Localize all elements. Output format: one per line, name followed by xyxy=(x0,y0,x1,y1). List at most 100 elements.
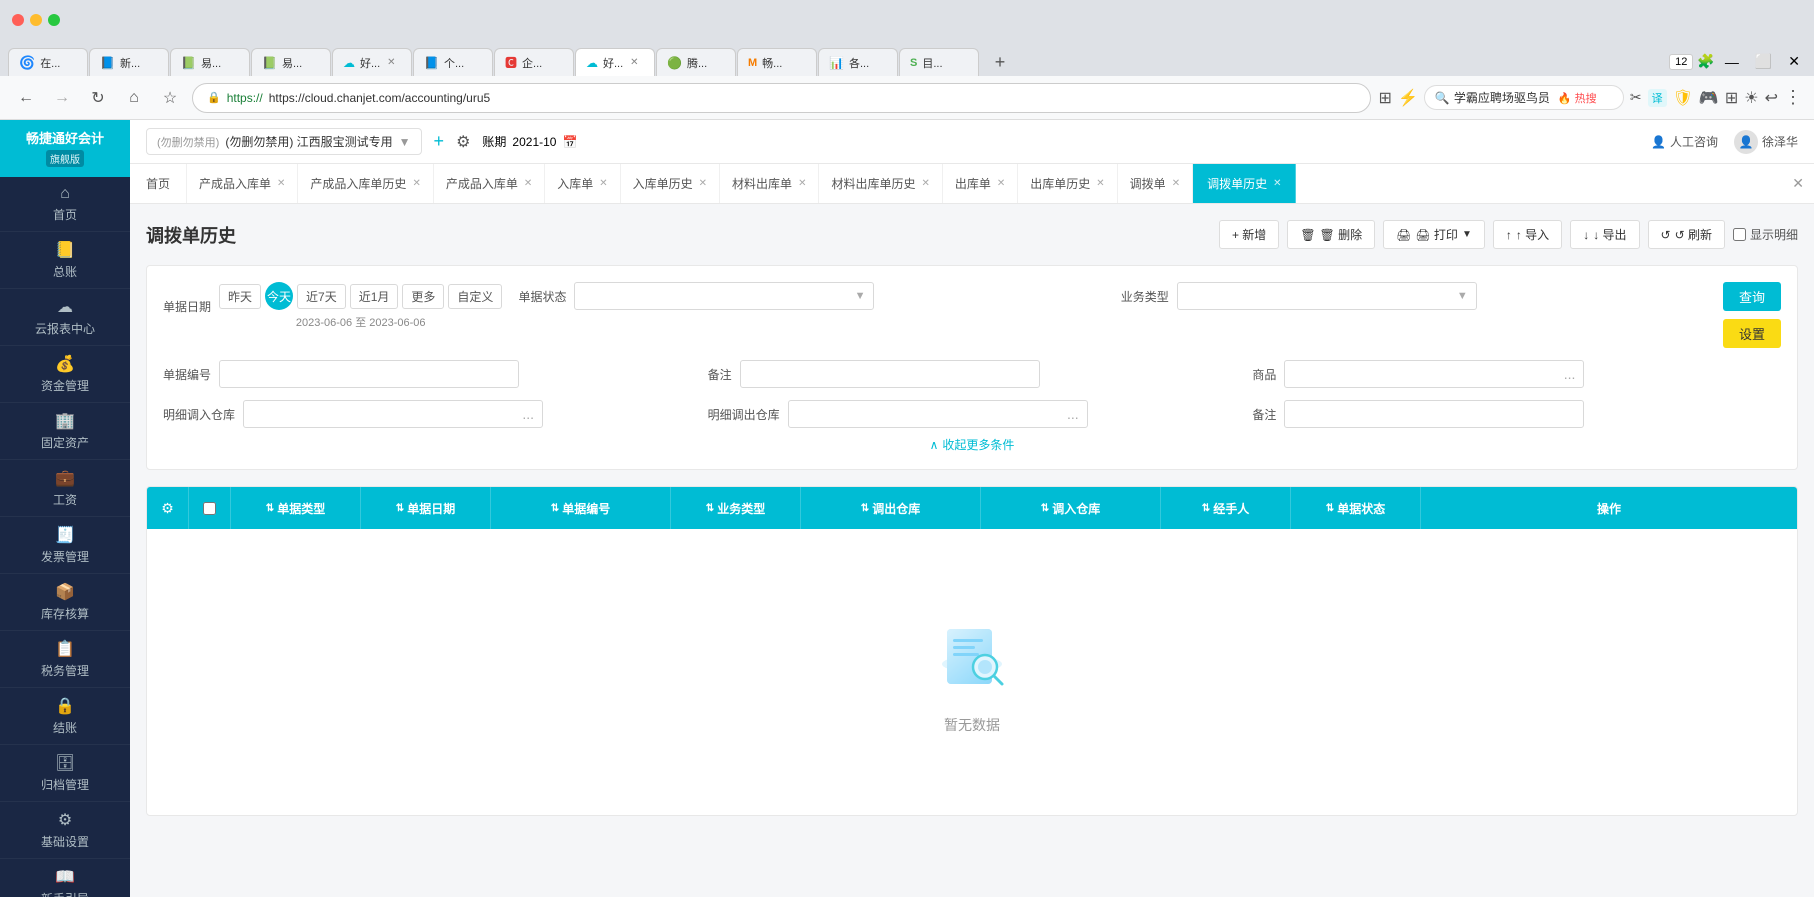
num-input[interactable] xyxy=(219,360,519,388)
th-date[interactable]: ⇅ 单据日期 xyxy=(361,487,491,529)
refresh-btn[interactable]: ↺ ↺ 刷新 xyxy=(1648,220,1725,249)
tab-mat-out[interactable]: 材料出库单 ✕ xyxy=(720,164,819,204)
th-checkbox[interactable] xyxy=(189,487,231,529)
sidebar-item-salary[interactable]: 💼 工资 xyxy=(0,460,130,517)
maximize-btn[interactable]: ⬜ xyxy=(1749,51,1778,72)
grid-icon[interactable]: ⊞ xyxy=(1379,88,1392,108)
detail-in-input[interactable]: ... xyxy=(243,400,543,428)
sidebar-item-archive[interactable]: 🗄 归档管理 xyxy=(0,745,130,802)
sidebar-item-ledger[interactable]: 📒 总账 xyxy=(0,232,130,289)
tab-out[interactable]: 出库单 ✕ xyxy=(943,164,1018,204)
shield-icon[interactable]: 🛡 xyxy=(1673,88,1693,108)
tab-close-5[interactable]: ✕ xyxy=(387,57,395,68)
th-biz[interactable]: ⇅ 业务类型 xyxy=(671,487,801,529)
gear-btn[interactable]: ⚙ xyxy=(456,132,470,152)
export-btn[interactable]: ↓ ↓ 导出 xyxy=(1570,220,1639,249)
tab-out-hist-close[interactable]: ✕ xyxy=(1096,178,1104,189)
home-btn[interactable]: ⌂ xyxy=(120,84,148,112)
tab-stock-in[interactable]: 入库单 ✕ xyxy=(545,164,620,204)
tab-transfer-close[interactable]: ✕ xyxy=(1172,178,1180,189)
date-week-btn[interactable]: 近7天 xyxy=(297,284,346,309)
company-selector[interactable]: (勿删勿禁用) (勿删勿禁用) 江西服宝测试专用 ▼ xyxy=(146,128,422,155)
menu-icon[interactable]: ⋮ xyxy=(1784,87,1802,108)
browser-tab-11[interactable]: S 目... xyxy=(899,48,979,76)
browser-tab-1[interactable]: 🌀 在... xyxy=(8,48,88,76)
detail-out-input[interactable]: ... xyxy=(788,400,1088,428)
new-tab-btn[interactable]: + xyxy=(984,48,1016,76)
lightning-icon[interactable]: ⚡ xyxy=(1398,88,1418,108)
add-btn[interactable]: + 新增 xyxy=(1219,220,1279,249)
bookmark-btn[interactable]: ☆ xyxy=(156,84,184,112)
display-detail-input[interactable] xyxy=(1733,228,1746,241)
date-more-btn[interactable]: 更多 xyxy=(402,284,444,309)
import-btn[interactable]: ↑ ↑ 导入 xyxy=(1493,220,1562,249)
minimize-btn[interactable]: — xyxy=(1719,52,1745,72)
sidebar-item-funds[interactable]: 💰 资金管理 xyxy=(0,346,130,403)
filter-settings-btn[interactable]: 设置 xyxy=(1723,319,1781,348)
close-window-btn[interactable]: ✕ xyxy=(1782,51,1806,72)
goods-input[interactable]: ... xyxy=(1284,360,1584,388)
tab-product-in-hist-close[interactable]: ✕ xyxy=(412,178,420,189)
translate-icon[interactable]: ✂ xyxy=(1630,89,1642,106)
query-btn[interactable]: 查询 xyxy=(1723,282,1781,311)
tab-product-in-close[interactable]: ✕ xyxy=(277,178,285,189)
browser-tab-active[interactable]: ☁ 好... ✕ xyxy=(575,48,655,76)
browser-tab-9[interactable]: M 畅... xyxy=(737,48,817,76)
browser-tab-10[interactable]: 📊 各... xyxy=(818,48,898,76)
date-custom-btn[interactable]: 自定义 xyxy=(448,284,502,309)
sidebar-item-invoice[interactable]: 🧾 发票管理 xyxy=(0,517,130,574)
sidebar-item-settings[interactable]: ⚙ 基础设置 xyxy=(0,802,130,859)
select-all-checkbox[interactable] xyxy=(203,502,216,515)
th-status[interactable]: ⇅ 单据状态 xyxy=(1291,487,1421,529)
tab-transfer-hist[interactable]: 调拨单历史 ✕ xyxy=(1193,164,1296,204)
tab-product-in2[interactable]: 产成品入库单 ✕ xyxy=(434,164,545,204)
browser-tab-3[interactable]: 📗 易... xyxy=(170,48,250,76)
browser-tab-6[interactable]: 📘 个... xyxy=(413,48,493,76)
delete-btn[interactable]: 🗑 🗑 删除 xyxy=(1287,220,1375,249)
tab-out-close[interactable]: ✕ xyxy=(997,178,1005,189)
back-btn[interactable]: ← xyxy=(12,84,40,112)
user-avatar[interactable]: 👤 徐泽华 xyxy=(1734,130,1798,154)
tab-product-in2-close[interactable]: ✕ xyxy=(524,178,532,189)
sidebar-item-close[interactable]: 🔒 结账 xyxy=(0,688,130,745)
tab-stock-in-hist[interactable]: 入库单历史 ✕ xyxy=(621,164,720,204)
date-yesterday-btn[interactable]: 昨天 xyxy=(219,284,261,309)
date-today-btn[interactable]: 今天 xyxy=(265,282,293,310)
tab-mat-out-close[interactable]: ✕ xyxy=(798,178,806,189)
sidebar-item-reports[interactable]: ☁ 云报表中心 xyxy=(0,289,130,346)
tab-close-active[interactable]: ✕ xyxy=(630,57,638,68)
url-bar[interactable]: 🔒 https:// https://cloud.chanjet.com/acc… xyxy=(192,83,1371,113)
sidebar-item-inventory[interactable]: 📦 库存核算 xyxy=(0,574,130,631)
th-settings[interactable]: ⚙ xyxy=(147,487,189,529)
search-bar-browser[interactable]: 🔍 学霸应聘场驱鸟员 🔥 热搜 xyxy=(1424,85,1624,110)
game-icon[interactable]: 🎮 xyxy=(1699,88,1719,108)
detail-remark-input[interactable] xyxy=(1284,400,1584,428)
sidebar-item-home[interactable]: ⌂ 首页 xyxy=(0,177,130,232)
th-type[interactable]: ⇅ 单据类型 xyxy=(231,487,361,529)
tab-product-in-hist[interactable]: 产成品入库单历史 ✕ xyxy=(298,164,433,204)
add-company-btn[interactable]: + xyxy=(434,131,445,152)
browser-tab-5[interactable]: ☁ 好... ✕ xyxy=(332,48,412,76)
tab-stock-in-hist-close[interactable]: ✕ xyxy=(699,178,707,189)
sidebar-item-guide[interactable]: 📖 新手引导 xyxy=(0,859,130,897)
tab-mat-out-hist[interactable]: 材料出库单历史 ✕ xyxy=(819,164,942,204)
layout-icon[interactable]: ⊞ xyxy=(1725,88,1738,108)
browser-tab-4[interactable]: 📗 易... xyxy=(251,48,331,76)
language-icon[interactable]: 译 xyxy=(1648,89,1667,107)
tab-mat-out-hist-close[interactable]: ✕ xyxy=(921,178,929,189)
th-in-wh[interactable]: ⇅ 调入仓库 xyxy=(981,487,1161,529)
status-select[interactable]: ▼ xyxy=(574,282,874,310)
date-month-btn[interactable]: 近1月 xyxy=(350,284,399,309)
sidebar-item-tax[interactable]: 📋 税务管理 xyxy=(0,631,130,688)
tab-out-hist[interactable]: 出库单历史 ✕ xyxy=(1018,164,1117,204)
print-btn[interactable]: 🖨 🖨 打印 ▼ xyxy=(1383,220,1485,249)
brightness-icon[interactable]: ☀ xyxy=(1744,88,1758,108)
undo-icon[interactable]: ↩ xyxy=(1765,88,1778,108)
calendar-btn[interactable]: 📅 xyxy=(562,135,577,149)
tab-transfer-hist-close[interactable]: ✕ xyxy=(1273,178,1281,189)
remark-input[interactable] xyxy=(740,360,1040,388)
reload-btn[interactable]: ↻ xyxy=(84,84,112,112)
display-detail-checkbox[interactable]: 显示明细 xyxy=(1733,226,1798,243)
tab-stock-in-close[interactable]: ✕ xyxy=(599,178,607,189)
sidebar-item-assets[interactable]: 🏢 固定资产 xyxy=(0,403,130,460)
